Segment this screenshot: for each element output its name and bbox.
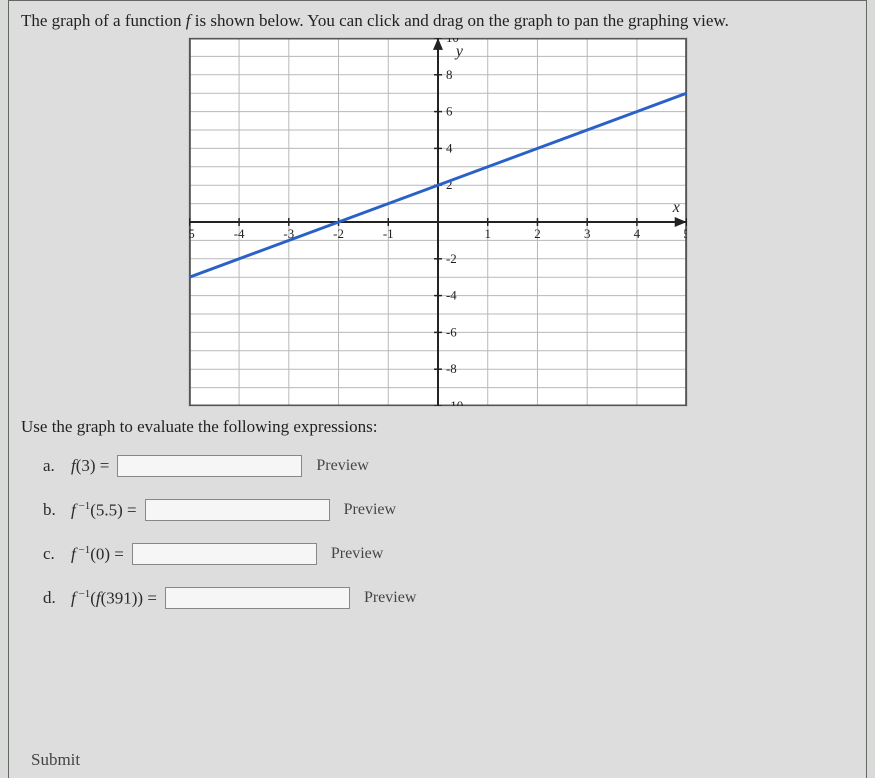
question-d: d. f −1(f(391)) = Preview	[43, 587, 854, 609]
question-letter: c.	[43, 544, 71, 564]
question-expression: f −1(0) =	[71, 544, 124, 565]
instruction-text: The graph of a function f is shown below…	[21, 11, 854, 31]
svg-text:8: 8	[445, 67, 451, 82]
question-a: a. f(3) = Preview	[43, 455, 854, 477]
answer-input-a[interactable]	[117, 455, 302, 477]
preview-button-d[interactable]: Preview	[364, 589, 416, 607]
answer-input-b[interactable]	[145, 499, 330, 521]
question-letter: b.	[43, 500, 71, 520]
questions-list: a. f(3) = Preview b. f −1(5.5) = Preview…	[43, 455, 854, 609]
question-expression: f −1(5.5) =	[71, 500, 137, 521]
function-graph[interactable]: -5-4-3-2-112345-10-8-6-4-2246810yx	[188, 37, 688, 407]
preview-button-b[interactable]: Preview	[344, 501, 396, 519]
svg-text:4: 4	[633, 226, 640, 241]
svg-text:4: 4	[445, 140, 452, 155]
svg-text:-6: -6	[445, 324, 456, 339]
svg-text:-2: -2	[333, 226, 344, 241]
submit-row: Submit	[31, 750, 80, 770]
svg-text:-4: -4	[233, 226, 244, 241]
svg-text:-4: -4	[445, 288, 456, 303]
submit-button[interactable]: Submit	[31, 750, 80, 770]
question-b: b. f −1(5.5) = Preview	[43, 499, 854, 521]
answer-input-c[interactable]	[132, 543, 317, 565]
question-letter: d.	[43, 588, 71, 608]
preview-button-a[interactable]: Preview	[316, 457, 368, 475]
instruction-suffix: is shown below. You can click and drag o…	[190, 11, 728, 30]
graph-container: -5-4-3-2-112345-10-8-6-4-2246810yx	[21, 37, 854, 407]
svg-text:2: 2	[534, 226, 540, 241]
question-panel: The graph of a function f is shown below…	[8, 0, 867, 778]
svg-text:-1: -1	[382, 226, 393, 241]
svg-text:-10: -10	[445, 398, 462, 407]
svg-text:-8: -8	[445, 361, 456, 376]
question-c: c. f −1(0) = Preview	[43, 543, 854, 565]
svg-text:6: 6	[445, 104, 452, 119]
svg-text:1: 1	[484, 226, 490, 241]
question-expression: f −1(f(391)) =	[71, 588, 157, 609]
svg-text:x: x	[671, 199, 679, 216]
svg-text:-2: -2	[445, 251, 456, 266]
preview-button-c[interactable]: Preview	[331, 545, 383, 563]
question-letter: a.	[43, 456, 71, 476]
svg-text:5: 5	[683, 226, 688, 241]
evaluate-prompt: Use the graph to evaluate the following …	[21, 417, 854, 437]
question-expression: f(3) =	[71, 456, 109, 476]
answer-input-d[interactable]	[165, 587, 350, 609]
instruction-prefix: The graph of a function	[21, 11, 186, 30]
svg-text:y: y	[453, 43, 463, 60]
svg-text:-5: -5	[188, 226, 195, 241]
svg-text:3: 3	[583, 226, 589, 241]
